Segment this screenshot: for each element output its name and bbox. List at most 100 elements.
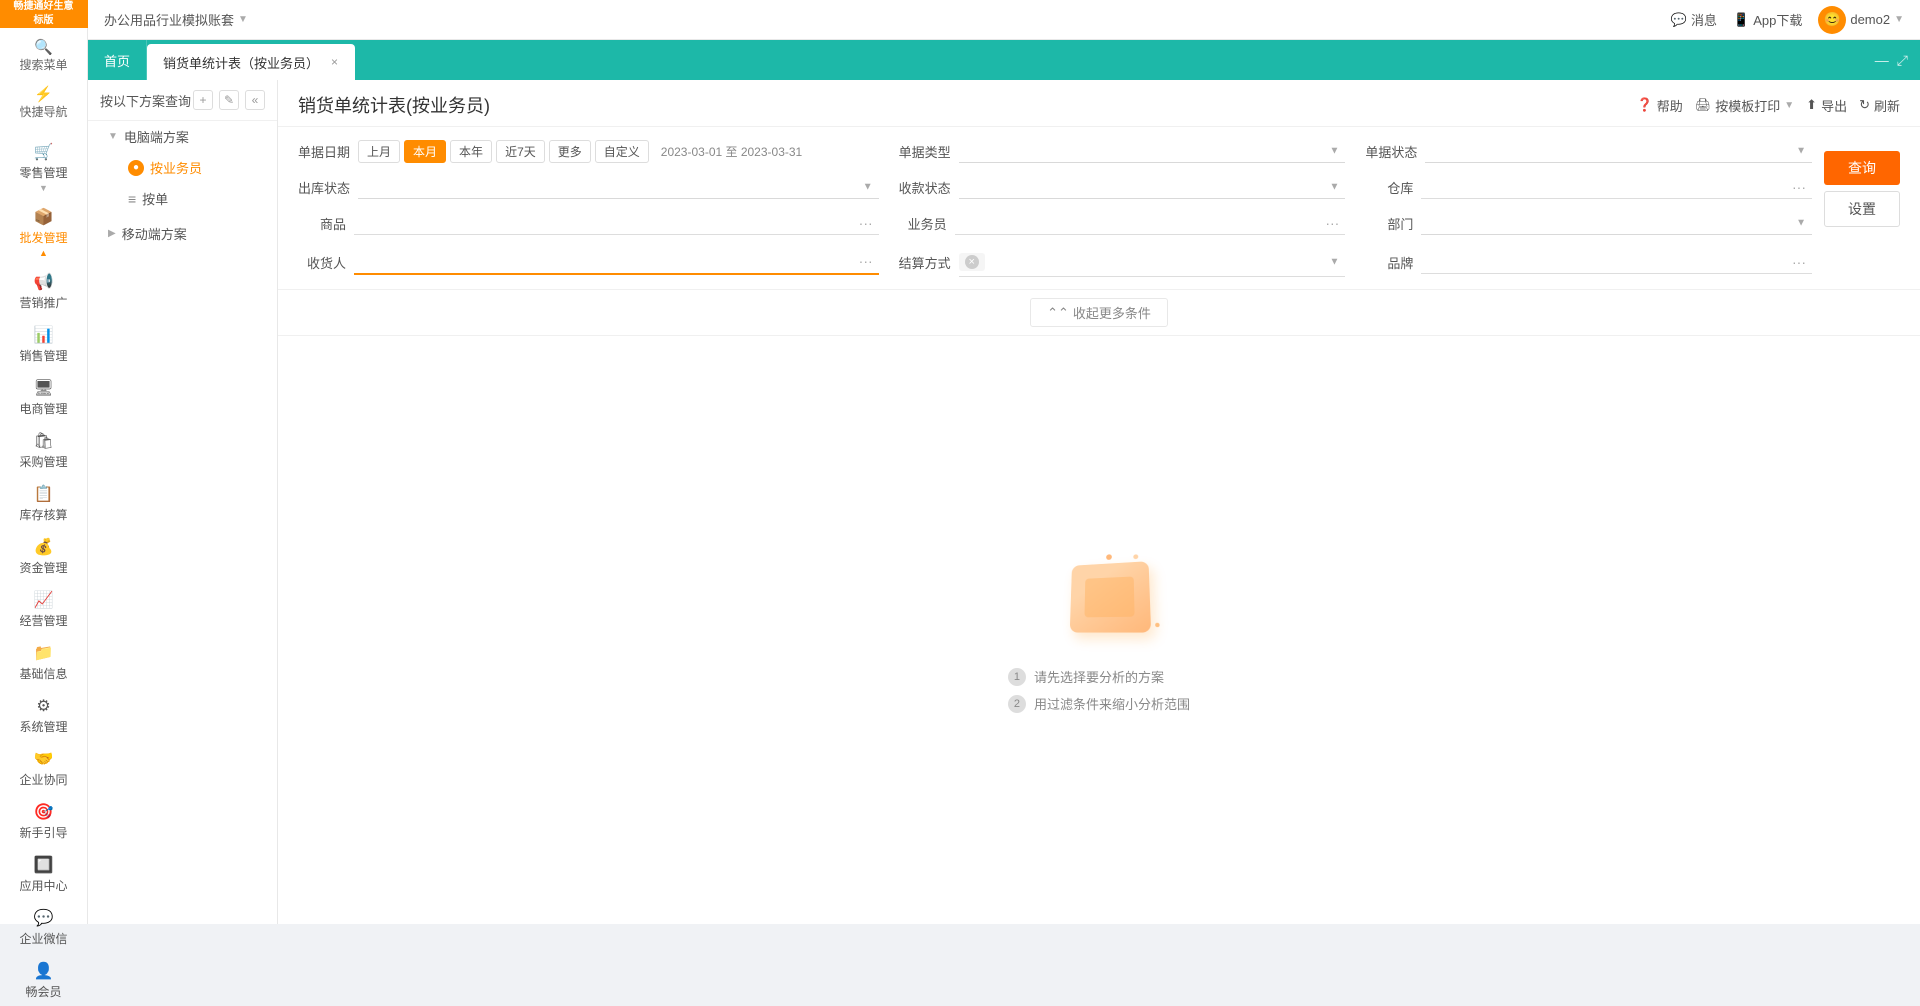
sidebar-item-vip[interactable]: 👤 畅会员 <box>0 953 87 1006</box>
brand-dots[interactable]: ··· <box>1786 254 1812 270</box>
sidebar-item-operations[interactable]: 📈 经营管理 <box>0 582 87 635</box>
sidebar-item-retail[interactable]: 🛒 零售管理 ▼ <box>0 134 87 199</box>
active-scheme-indicator: ● <box>128 160 144 176</box>
sidebar-item-collab[interactable]: 🤝 企业协同 <box>0 741 87 794</box>
print-button[interactable]: 🖨 按模板打印 ▼ <box>1695 96 1794 115</box>
date-this-year[interactable]: 本年 <box>450 140 492 163</box>
consignee-label: 收货人 <box>298 253 354 272</box>
sidebar-search[interactable]: 🔍 搜索菜单 <box>0 28 87 79</box>
add-scheme-button[interactable]: + <box>193 90 213 110</box>
user-menu[interactable]: 😊 demo2 ▼ <box>1818 6 1904 34</box>
salesperson-input[interactable] <box>955 211 1320 234</box>
payment-select[interactable] <box>989 250 1346 273</box>
tab-active[interactable]: 销货单统计表（按业务员） × <box>147 44 355 80</box>
sidebar-item-finance[interactable]: 💰 资金管理 <box>0 529 87 582</box>
sidebar-item-wxwork[interactable]: 💬 企业微信 <box>0 900 87 953</box>
settings-button[interactable]: 设置 <box>1824 191 1900 227</box>
left-panel-title: 按以下方案查询 <box>100 91 191 110</box>
tree-item-salesperson[interactable]: ● 按业务员 <box>88 152 277 183</box>
warehouse-input[interactable] <box>1421 175 1786 198</box>
doctype-select-wrap[interactable] <box>959 139 1346 163</box>
warehouse-dots[interactable]: ··· <box>1786 179 1812 195</box>
sidebar-item-apps[interactable]: 🔲 应用中心 <box>0 847 87 900</box>
query-button[interactable]: 查询 <box>1824 151 1900 185</box>
app-download-button[interactable]: 📱 App下载 <box>1733 10 1802 29</box>
salesperson-dots[interactable]: ··· <box>1319 215 1345 231</box>
filter-warehouse-field: 仓库 ··· <box>1365 175 1812 199</box>
sidebar-item-marketing[interactable]: 📢 营销推广 <box>0 264 87 317</box>
message-button[interactable]: 💬 消息 <box>1671 10 1717 29</box>
department-select-wrap[interactable] <box>1421 211 1812 235</box>
main-area: 办公用品行业模拟账套 ▼ 💬 消息 📱 App下载 😊 demo2 ▼ <box>88 0 1920 924</box>
brand-input[interactable] <box>1421 250 1786 273</box>
sidebar-item-wholesale[interactable]: 📦 批发管理 ▲ <box>0 199 87 264</box>
tree-group-pc[interactable]: ▼ 电脑端方案 <box>88 121 277 152</box>
tab-home[interactable]: 首页 <box>88 40 147 80</box>
apps-icon: 🔲 <box>34 855 54 875</box>
sidebar-item-inventory[interactable]: 📋 库存核算 <box>0 476 87 529</box>
payment-tag-x[interactable]: × <box>965 255 979 269</box>
receipt-select[interactable] <box>959 175 1346 199</box>
company-dropdown[interactable]: 办公用品行业模拟账套 ▼ <box>104 10 248 29</box>
sidebar-item-ecommerce[interactable]: 🖥 电商管理 <box>0 370 87 423</box>
help-label: 帮助 <box>1657 96 1683 115</box>
product-dots[interactable]: ··· <box>853 215 879 231</box>
empty-illustration <box>1049 547 1149 647</box>
tab-minimize-icon[interactable]: — <box>1875 52 1889 68</box>
filter-row-1: 单据日期 上月 本月 本年 近7天 更多 自定义 <box>298 139 1812 163</box>
date-range: 2023-03-01 至 2023-03-31 <box>653 143 802 160</box>
export-button[interactable]: ⬆ 导出 <box>1806 96 1847 115</box>
tab-expand-icon[interactable]: ⤢ <box>1897 52 1908 69</box>
user-dropdown-icon: ▼ <box>1894 14 1904 25</box>
basic-icon: 📁 <box>34 643 54 663</box>
ship-select-wrap[interactable] <box>358 175 879 199</box>
sidebar-item-sales[interactable]: 📊 销售管理 <box>0 317 87 370</box>
docstatus-select[interactable] <box>1425 139 1812 163</box>
docstatus-select-wrap[interactable] <box>1425 139 1812 163</box>
sidebar-quick-nav[interactable]: ⚡ 快捷导航 <box>0 79 87 126</box>
sidebar: 畅捷通好生意 标版 🔍 搜索菜单 ⚡ 快捷导航 🛒 零售管理 ▼ 📦 批发管理 … <box>0 0 88 924</box>
payment-select-wrap[interactable] <box>989 250 1346 273</box>
page-title: 销货单统计表(按业务员) <box>298 92 490 118</box>
product-label: 商品 <box>298 214 354 233</box>
system-icon: ⚙ <box>36 696 50 716</box>
tab-close-icon[interactable]: × <box>331 55 338 69</box>
ship-label: 出库状态 <box>298 178 358 197</box>
collapse-panel-button[interactable]: « <box>245 90 265 110</box>
app-logo[interactable]: 畅捷通好生意 标版 <box>0 0 88 28</box>
consignee-dots[interactable]: ··· <box>853 253 879 269</box>
hint-num-2: 2 <box>1008 695 1026 713</box>
department-select[interactable] <box>1421 211 1812 235</box>
tree-item-label: 按单 <box>142 189 168 208</box>
sidebar-item-basic[interactable]: 📁 基础信息 <box>0 635 87 688</box>
sidebar-item-purchase[interactable]: 🛍 采购管理 <box>0 423 87 476</box>
date-more[interactable]: 更多 <box>549 140 591 163</box>
doctype-select[interactable] <box>959 139 1346 163</box>
sidebar-item-newbie[interactable]: 🎯 新手引导 <box>0 794 87 847</box>
product-input[interactable] <box>354 211 853 234</box>
date-last-month[interactable]: 上月 <box>358 140 400 163</box>
receipt-select-wrap[interactable] <box>959 175 1346 199</box>
collapse-label: 收起更多条件 <box>1073 303 1151 322</box>
ecommerce-icon: 🖥 <box>33 378 53 398</box>
tree-group-mobile[interactable]: ▶ 移动端方案 <box>88 218 277 249</box>
ship-select[interactable] <box>358 175 879 199</box>
refresh-button[interactable]: ↻ 刷新 <box>1859 96 1900 115</box>
query-action-buttons: 查询 设置 <box>1812 139 1900 277</box>
consignee-input[interactable] <box>354 250 853 273</box>
date-7days[interactable]: 近7天 <box>496 140 545 163</box>
date-this-month[interactable]: 本月 <box>404 140 446 163</box>
edit-scheme-button[interactable]: ✎ <box>219 90 239 110</box>
filter-consignee-field: 收货人 ··· <box>298 250 879 275</box>
filter-salesperson-field: 业务员 ··· <box>899 211 1346 235</box>
company-dropdown-arrow: ▼ <box>238 14 248 25</box>
collapse-button[interactable]: ⌃⌃ 收起更多条件 <box>1030 298 1168 327</box>
salesperson-control: ··· <box>955 211 1346 235</box>
user-avatar: 😊 <box>1818 6 1846 34</box>
sidebar-item-system[interactable]: ⚙ 系统管理 <box>0 688 87 741</box>
tree-item-by-order[interactable]: ≡ 按单 <box>88 183 277 214</box>
help-button[interactable]: ❓ 帮助 <box>1637 96 1683 115</box>
date-custom[interactable]: 自定义 <box>595 140 649 163</box>
message-icon: 💬 <box>1671 12 1687 28</box>
vip-icon: 👤 <box>34 961 54 981</box>
